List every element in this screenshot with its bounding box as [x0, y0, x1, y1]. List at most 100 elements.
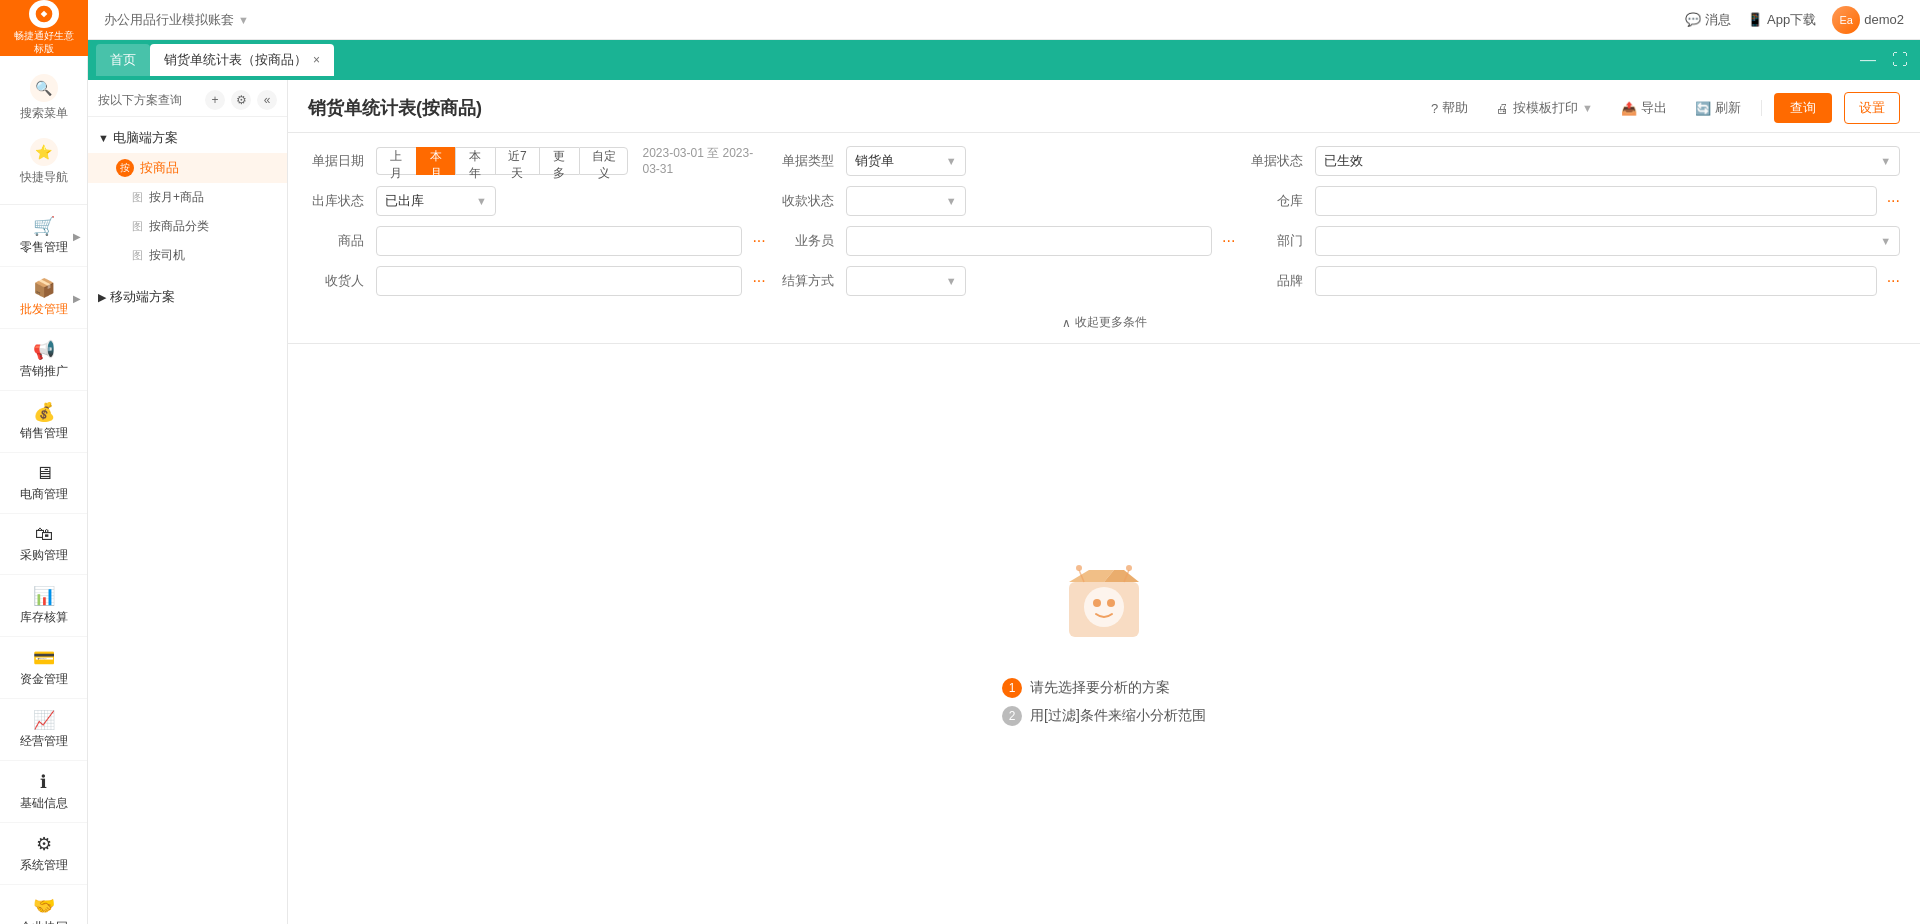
empty-step-2: 2 用[过滤]条件来缩小分析范围	[1002, 706, 1206, 726]
sidebar-item-inventory[interactable]: 📊 库存核算	[0, 575, 87, 637]
staff-dots[interactable]: ···	[1222, 232, 1235, 250]
goods-dots[interactable]: ···	[752, 232, 765, 250]
payment-label: 结算方式	[778, 272, 834, 290]
tab-home-label: 首页	[110, 51, 136, 69]
tab-minimize-btn[interactable]: —	[1856, 47, 1880, 73]
sidebar-item-retail[interactable]: 🛒 零售管理 ▶	[0, 205, 87, 267]
left-panel-header: 按以下方案查询 + ⚙ «	[88, 80, 287, 117]
collapse-icon: ∧	[1062, 316, 1071, 330]
type-select[interactable]: 销货单 ▼	[846, 146, 966, 176]
settings-btn[interactable]: 设置	[1844, 92, 1900, 124]
refresh-label: 刷新	[1715, 99, 1741, 117]
tree-sub-item-driver[interactable]: 图 按司机	[88, 241, 287, 270]
filter-row-2: 出库状态 已出库 ▼ 收款状态 ▼ 仓库	[308, 186, 1900, 216]
receipt-status-control: ▼	[846, 186, 1236, 216]
date-btn-more[interactable]: 更多	[539, 147, 579, 175]
tree-group-desktop: ▼ 电脑端方案 按 按商品 图 按月+商品 图 按商品分类 图 按司机	[88, 117, 287, 276]
app-download-btn[interactable]: 📱 App下载	[1747, 11, 1816, 29]
tree-sub-item-month-goods[interactable]: 图 按月+商品	[88, 183, 287, 212]
tree-sub-item-category[interactable]: 图 按商品分类	[88, 212, 287, 241]
receiver-input[interactable]	[376, 266, 742, 296]
out-status-select[interactable]: 已出库 ▼	[376, 186, 496, 216]
dept-label: 部门	[1247, 232, 1303, 250]
svg-point-2	[1084, 587, 1124, 627]
export-btn[interactable]: 📤 导出	[1613, 95, 1675, 121]
receiver-dots[interactable]: ···	[752, 272, 765, 290]
message-btn[interactable]: 💬 消息	[1685, 11, 1731, 29]
account-dropdown[interactable]: 办公用品行业模拟账套 ▼	[104, 11, 249, 29]
step-1-text: 请先选择要分析的方案	[1030, 679, 1170, 697]
collapse-panel-btn[interactable]: «	[257, 90, 277, 110]
status-select[interactable]: 已生效 ▼	[1315, 146, 1900, 176]
export-icon: 📤	[1621, 101, 1637, 116]
sidebar-logo[interactable]: 畅捷通好生意 标版	[0, 0, 88, 56]
app-download-label: App下载	[1767, 11, 1816, 29]
management-icon: 📈	[33, 709, 55, 731]
logo-icon	[29, 0, 59, 28]
date-btn-this-year[interactable]: 本年	[455, 147, 495, 175]
sidebar-item-purchase[interactable]: 🛍 采购管理	[0, 514, 87, 575]
filter-collapse-btn[interactable]: ∧ 收起更多条件	[1062, 314, 1147, 331]
add-scheme-btn[interactable]: +	[205, 90, 225, 110]
date-btn-last-month[interactable]: 上月	[376, 147, 416, 175]
empty-state: 1 请先选择要分析的方案 2 用[过滤]条件来缩小分析范围	[288, 344, 1920, 924]
print-btn[interactable]: 🖨 按模板打印 ▼	[1488, 95, 1601, 121]
sidebar-item-sales[interactable]: 💰 销售管理	[0, 391, 87, 453]
payment-select[interactable]: ▼	[846, 266, 966, 296]
sidebar-item-wholesale[interactable]: 📦 批发管理 ▶	[0, 267, 87, 329]
sidebar-item-basic[interactable]: ℹ 基础信息	[0, 761, 87, 823]
sidebar-item-system[interactable]: ⚙ 系统管理	[0, 823, 87, 885]
sidebar-item-label: 基础信息	[20, 795, 68, 812]
refresh-btn[interactable]: 🔄 刷新	[1687, 95, 1749, 121]
goods-input[interactable]	[376, 226, 742, 256]
shortcut-nav-item[interactable]: ⭐ 快捷导航	[0, 130, 87, 194]
filter-row-1: 单据日期 上月 本月 本年 近7天 更多 自定义 2023-03-01 至 20…	[308, 145, 1900, 176]
sidebar-item-ecommerce[interactable]: 🖥 电商管理	[0, 453, 87, 514]
help-btn[interactable]: ? 帮助	[1423, 95, 1476, 121]
tab-active[interactable]: 销货单统计表（按商品） ×	[150, 44, 334, 76]
receipt-status-select[interactable]: ▼	[846, 186, 966, 216]
tab-close-icon[interactable]: ×	[313, 53, 320, 67]
svg-point-8	[1126, 565, 1132, 571]
staff-control: ···	[846, 226, 1236, 256]
sidebar-item-management[interactable]: 📈 经营管理	[0, 699, 87, 761]
date-btn-7days[interactable]: 近7天	[495, 147, 540, 175]
warehouse-input[interactable]	[1315, 186, 1876, 216]
settings-scheme-btn[interactable]: ⚙	[231, 90, 251, 110]
date-btn-custom[interactable]: 自定义	[579, 147, 629, 175]
tree-item-by-goods[interactable]: 按 按商品	[88, 153, 287, 183]
purchase-icon: 🛍	[35, 524, 53, 545]
tab-maximize-btn[interactable]: ⛶	[1888, 47, 1912, 73]
warehouse-label: 仓库	[1247, 192, 1303, 210]
tab-home[interactable]: 首页	[96, 44, 150, 76]
search-menu-item[interactable]: 🔍 搜索菜单	[0, 66, 87, 130]
query-btn[interactable]: 查询	[1774, 93, 1832, 123]
message-icon: 💬	[1685, 12, 1701, 27]
action-divider	[1761, 100, 1762, 116]
receipt-status-label: 收款状态	[778, 192, 834, 210]
sidebar-item-label: 资金管理	[20, 671, 68, 688]
sidebar-item-label: 销售管理	[20, 425, 68, 442]
date-range-text: 2023-03-01 至 2023-03-31	[642, 145, 765, 176]
date-btn-this-month[interactable]: 本月	[416, 147, 456, 175]
sidebar-item-marketing[interactable]: 📢 营销推广	[0, 329, 87, 391]
user-profile-btn[interactable]: Ea demo2	[1832, 6, 1904, 34]
brand-input[interactable]	[1315, 266, 1876, 296]
shortcut-icon: ⭐	[30, 138, 58, 166]
empty-step-1: 1 请先选择要分析的方案	[1002, 678, 1206, 698]
sidebar-item-enterprise[interactable]: 🤝 企业协同	[0, 885, 87, 924]
type-label: 单据类型	[778, 152, 834, 170]
staff-input[interactable]	[846, 226, 1212, 256]
brand-dots[interactable]: ···	[1887, 272, 1900, 290]
sidebar-item-finance[interactable]: 💳 资金管理	[0, 637, 87, 699]
date-control: 上月 本月 本年 近7天 更多 自定义 2023-03-01 至 2023-03…	[376, 145, 766, 176]
warehouse-dots[interactable]: ···	[1887, 192, 1900, 210]
sidebar-item-label: 系统管理	[20, 857, 68, 874]
tabbar: 首页 销货单统计表（按商品） × — ⛶	[88, 40, 1920, 80]
dept-select[interactable]: ▼	[1315, 226, 1900, 256]
date-btn-group: 上月 本月 本年 近7天 更多 自定义	[376, 147, 628, 175]
out-status-control: 已出库 ▼	[376, 186, 766, 216]
search-icon: 🔍	[30, 74, 58, 102]
tree-group-desktop-header[interactable]: ▼ 电脑端方案	[88, 123, 287, 153]
tree-group-mobile-header[interactable]: ▶ 移动端方案	[88, 282, 287, 312]
